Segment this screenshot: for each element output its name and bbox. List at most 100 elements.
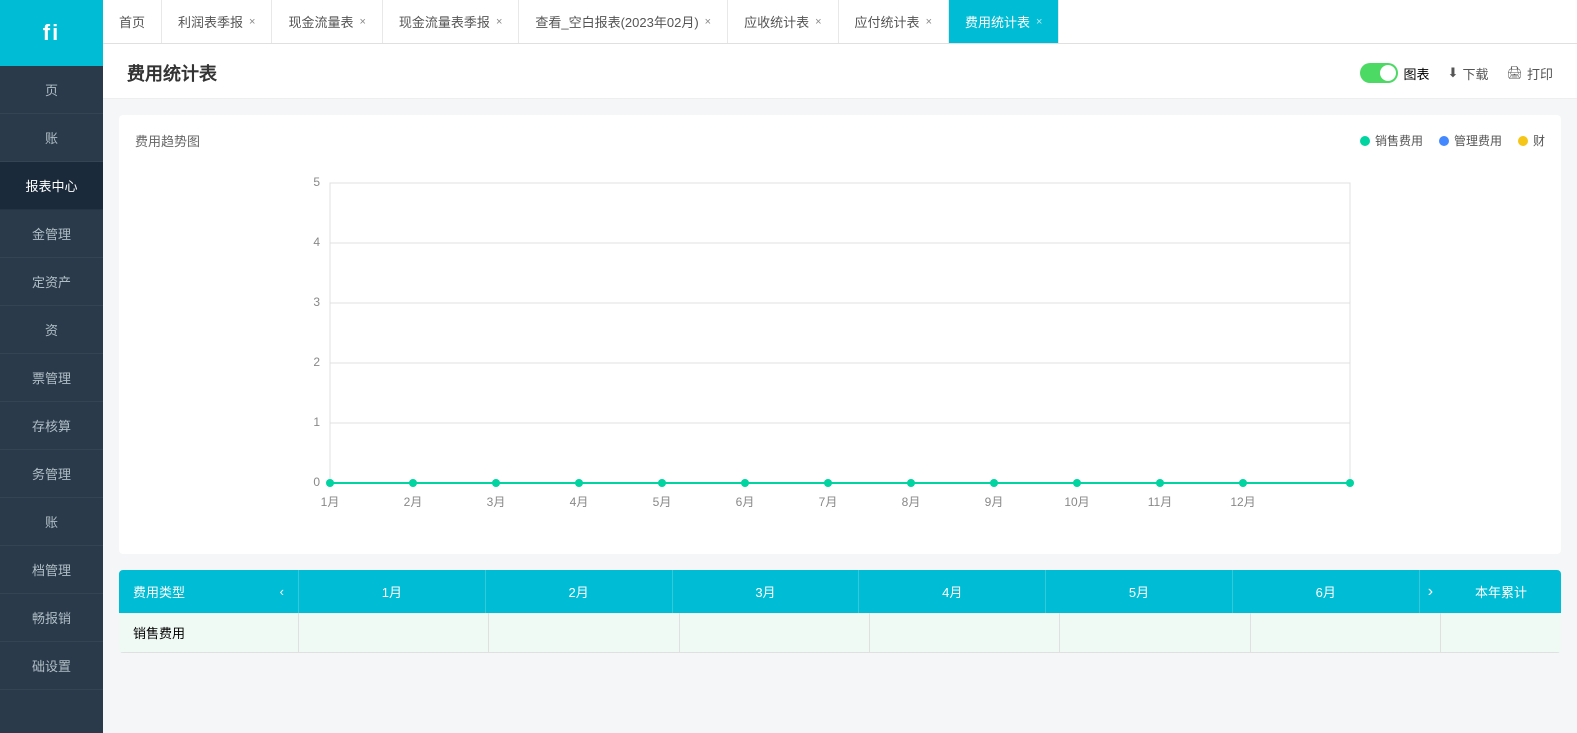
tab-blank-report-label: 查看_空白报表(2023年02月)	[535, 12, 698, 31]
header-actions: 图表 ⬇ 下载 🖨 打印	[1360, 63, 1553, 83]
svg-text:2月: 2月	[404, 495, 423, 509]
chart-header: 费用趋势图 销售费用 管理费用 财	[135, 131, 1545, 150]
sidebar-item-archive[interactable]: 档管理	[0, 546, 103, 594]
chart-toggle-wrap: 图表	[1360, 63, 1430, 83]
tab-payable[interactable]: 应付统计表 ×	[839, 0, 949, 43]
chart-toggle[interactable]	[1360, 63, 1398, 83]
sidebar-item-fund[interactable]: 金管理	[0, 210, 103, 258]
svg-text:4: 4	[313, 235, 320, 249]
tab-expense-label: 费用统计表	[965, 12, 1030, 31]
legend-admin: 管理费用	[1439, 132, 1502, 149]
tab-home-label: 首页	[119, 12, 145, 31]
svg-text:5月: 5月	[653, 495, 672, 509]
svg-text:2: 2	[313, 355, 320, 369]
tab-blank-report[interactable]: 查看_空白报表(2023年02月) ×	[519, 0, 728, 43]
th-nav-next[interactable]: ›	[1420, 570, 1441, 613]
th-type-label: 费用类型	[133, 582, 185, 601]
expense-table: 费用类型 ‹ 1月 2月 3月 4月 5月 6月 › 本年累计 销售费用	[119, 570, 1561, 653]
sidebar-item-settings[interactable]: 础设置	[0, 642, 103, 690]
legend-sales-label: 销售费用	[1375, 132, 1423, 149]
chart-title: 费用趋势图	[135, 131, 200, 150]
td-sales-total	[1441, 613, 1561, 652]
th-month-1: 1月	[299, 570, 486, 613]
download-icon: ⬇	[1448, 65, 1459, 81]
legend-admin-dot	[1439, 136, 1449, 146]
svg-text:8月: 8月	[902, 495, 921, 509]
table-row: 销售费用	[119, 613, 1561, 653]
legend-sales: 销售费用	[1360, 132, 1423, 149]
tab-expense[interactable]: 费用统计表 ×	[949, 0, 1059, 43]
svg-text:7月: 7月	[819, 495, 838, 509]
app-logo: fi	[0, 0, 103, 66]
sidebar-item-ledger[interactable]: 账	[0, 498, 103, 546]
sidebar: fi 页 账 报表中心 金管理 定资产 资 票管理 存核算 务管理 账 档管理 …	[0, 0, 103, 733]
legend-finance-dot	[1518, 136, 1528, 146]
table-header: 费用类型 ‹ 1月 2月 3月 4月 5月 6月 › 本年累计	[119, 570, 1561, 613]
svg-text:10月: 10月	[1064, 495, 1089, 509]
svg-text:4月: 4月	[570, 495, 589, 509]
tab-cashflow-q-close[interactable]: ×	[496, 16, 502, 28]
tab-blank-report-close[interactable]: ×	[705, 16, 711, 28]
print-label: 打印	[1527, 64, 1553, 83]
td-type-sales: 销售费用	[119, 613, 299, 652]
sidebar-item-invoice[interactable]: 票管理	[0, 354, 103, 402]
legend-finance: 财	[1518, 132, 1545, 149]
page-header: 费用统计表 图表 ⬇ 下载 🖨 打印	[103, 44, 1577, 99]
svg-text:6月: 6月	[736, 495, 755, 509]
sidebar-item-inventory[interactable]: 存核算	[0, 402, 103, 450]
td-sales-4	[870, 613, 1060, 652]
tab-bar: 首页 利润表季报 × 现金流量表 × 现金流量表季报 × 查看_空白报表(202…	[103, 0, 1577, 44]
tab-receivable[interactable]: 应收统计表 ×	[728, 0, 838, 43]
svg-text:1: 1	[313, 415, 320, 429]
tab-cashflow-close[interactable]: ×	[359, 16, 365, 28]
download-label: 下载	[1462, 64, 1488, 83]
content-area: 费用统计表 图表 ⬇ 下载 🖨 打印 费用趋势图	[103, 44, 1577, 733]
svg-text:1月: 1月	[321, 495, 340, 509]
tab-expense-close[interactable]: ×	[1036, 16, 1042, 28]
tab-cashflow-q-label: 现金流量表季报	[399, 12, 490, 31]
chart-area: 费用趋势图 销售费用 管理费用 财	[119, 115, 1561, 554]
th-month-2: 2月	[486, 570, 673, 613]
sidebar-item-service[interactable]: 务管理	[0, 450, 103, 498]
print-icon: 🖨	[1506, 65, 1523, 81]
svg-text:9月: 9月	[985, 495, 1004, 509]
tab-cashflow[interactable]: 现金流量表 ×	[272, 0, 382, 43]
print-button[interactable]: 🖨 打印	[1506, 64, 1553, 83]
sidebar-item-cancel[interactable]: 畅报销	[0, 594, 103, 642]
sidebar-item-account[interactable]: 账	[0, 114, 103, 162]
page-title: 费用统计表	[127, 60, 217, 86]
download-button[interactable]: ⬇ 下载	[1448, 64, 1489, 83]
chart-legend: 销售费用 管理费用 财	[1360, 132, 1545, 149]
tab-profit[interactable]: 利润表季报 ×	[162, 0, 272, 43]
tab-profit-label: 利润表季报	[178, 12, 243, 31]
svg-text:5: 5	[313, 175, 320, 189]
legend-sales-dot	[1360, 136, 1370, 146]
td-sales-5	[1060, 613, 1250, 652]
th-nav-prev[interactable]: ‹	[280, 584, 284, 599]
tab-payable-label: 应付统计表	[855, 12, 920, 31]
tab-payable-close[interactable]: ×	[926, 16, 932, 28]
sidebar-item-reports[interactable]: 报表中心	[0, 162, 103, 210]
svg-text:12月: 12月	[1230, 495, 1255, 509]
tab-receivable-close[interactable]: ×	[815, 16, 821, 28]
main-area: 首页 利润表季报 × 现金流量表 × 现金流量表季报 × 查看_空白报表(202…	[103, 0, 1577, 733]
svg-text:11月: 11月	[1148, 495, 1172, 509]
th-month-5: 5月	[1046, 570, 1233, 613]
th-month-6: 6月	[1233, 570, 1420, 613]
td-sales-2	[489, 613, 679, 652]
tab-cashflow-label: 现金流量表	[288, 12, 353, 31]
th-type: 费用类型 ‹	[119, 570, 299, 613]
th-month-3: 3月	[673, 570, 860, 613]
tab-home[interactable]: 首页	[103, 0, 162, 43]
sidebar-item-home[interactable]: 页	[0, 66, 103, 114]
svg-text:3: 3	[313, 295, 320, 309]
svg-text:3月: 3月	[487, 495, 506, 509]
svg-text:0: 0	[313, 475, 320, 489]
td-sales-6	[1251, 613, 1441, 652]
tab-profit-close[interactable]: ×	[249, 16, 255, 28]
th-total: 本年累计	[1441, 570, 1561, 613]
tab-cashflow-q[interactable]: 现金流量表季报 ×	[383, 0, 519, 43]
th-month-4: 4月	[859, 570, 1046, 613]
sidebar-item-capital[interactable]: 资	[0, 306, 103, 354]
sidebar-item-assets[interactable]: 定资产	[0, 258, 103, 306]
